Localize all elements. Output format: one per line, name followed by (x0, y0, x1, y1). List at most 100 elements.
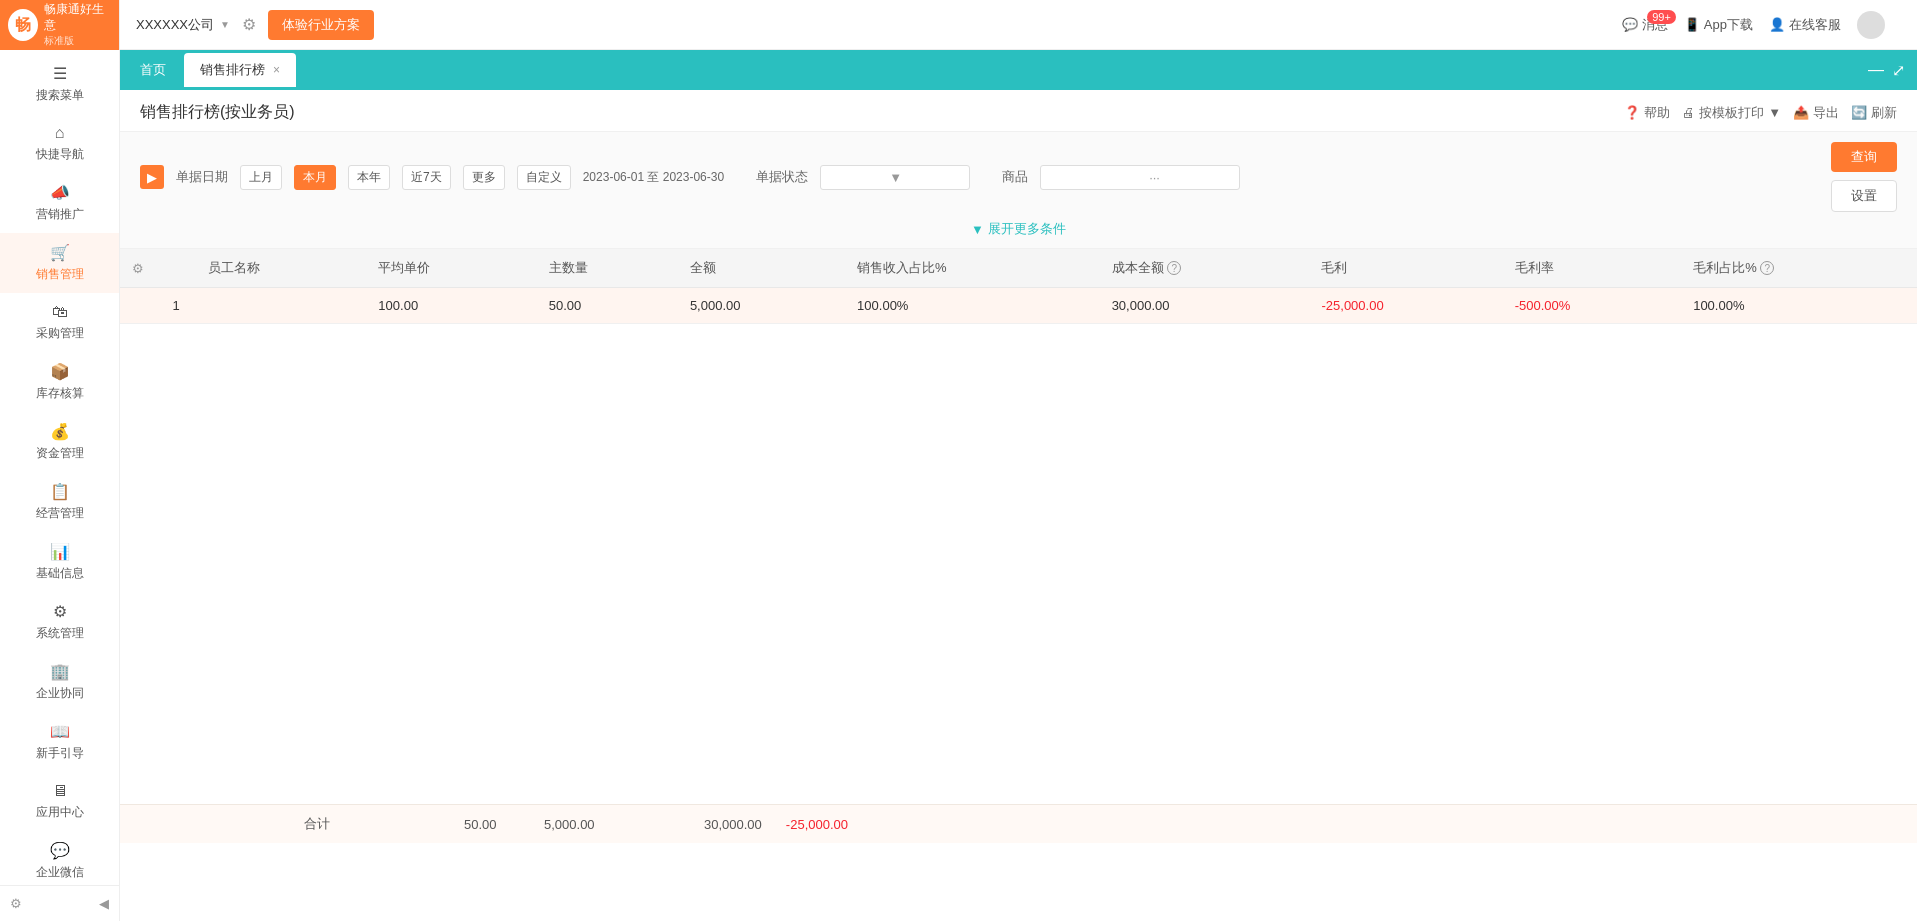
company-selector[interactable]: XXXXXX公司 ▼ (136, 16, 230, 34)
message-badge: 99+ (1647, 10, 1676, 24)
query-button[interactable]: 查询 (1831, 142, 1897, 172)
col-sales-ratio: 销售收入占比% (845, 249, 1100, 288)
setting-button[interactable]: 设置 (1831, 180, 1897, 212)
app-download-button[interactable]: 📱 App下载 (1684, 16, 1753, 34)
sidebar-item-enterprise[interactable]: 🏢 企业协同 (0, 652, 119, 712)
tabbar-expand-icon[interactable]: ⤢ (1892, 61, 1905, 80)
row-settings (120, 288, 156, 324)
sidebar-item-operations[interactable]: 📋 经营管理 (0, 472, 119, 532)
col-gross-rate: 毛利率 (1503, 249, 1682, 288)
service-icon: 👤 (1769, 17, 1785, 32)
export-icon: 📤 (1793, 105, 1809, 120)
table-header-row: ⚙ 员工名称 平均单价 主数量 全额 销售收入占比% 成本全额 ? 毛利 毛利率 (120, 249, 1917, 288)
date-last7-btn[interactable]: 近7天 (402, 165, 451, 190)
filter-toggle-icon[interactable]: ▶ (140, 165, 164, 189)
tabbar-actions: — ⤢ (1868, 61, 1913, 80)
sidebar-item-wechat[interactable]: 💬 企业微信 (0, 831, 119, 885)
row-gross-rate: -500.00% (1503, 288, 1682, 324)
goods-more-icon: ··· (1149, 170, 1160, 185)
system-icon: ⚙ (53, 602, 67, 621)
sidebar-item-inventory[interactable]: 📦 库存核算 (0, 352, 119, 412)
sidebar-item-sales[interactable]: 🛒 销售管理 (0, 233, 119, 293)
sidebar-item-basic[interactable]: 📊 基础信息 (0, 532, 119, 592)
help-button[interactable]: ❓ 帮助 (1624, 104, 1670, 122)
sidebar-item-marketing[interactable]: 📣 营销推广 (0, 173, 119, 233)
col-settings[interactable]: ⚙ (120, 249, 156, 288)
avatar[interactable] (1857, 11, 1885, 39)
tabbar-minimize-icon[interactable]: — (1868, 61, 1884, 80)
gross-ratio-info-icon[interactable]: ? (1760, 261, 1774, 275)
filter-row: ▶ 单据日期 上月 本月 本年 近7天 更多 自定义 2023-06-01 至 … (140, 142, 1897, 212)
print-icon: 🖨 (1682, 105, 1695, 120)
enterprise-icon: 🏢 (50, 662, 70, 681)
footer-gross: -25,000.00 (774, 817, 860, 832)
sidebar-item-apps[interactable]: 🖥 应用中心 (0, 772, 119, 831)
sidebar-item-search[interactable]: ☰ 搜索菜单 (0, 54, 119, 114)
col-quantity: 主数量 (537, 249, 678, 288)
footer-total-name: 合计 (292, 815, 372, 833)
tab-home[interactable]: 首页 (124, 53, 182, 87)
page-actions: ❓ 帮助 🖨 按模板打印 ▼ 📤 导出 🔄 刷新 (1624, 104, 1897, 122)
cost-info-icon[interactable]: ? (1167, 261, 1181, 275)
logo-text: 畅康通好生意 标准版 (44, 2, 111, 47)
company-name: XXXXXX公司 (136, 16, 214, 34)
row-rank: 1 (156, 288, 196, 324)
date-current-year-btn[interactable]: 本年 (348, 165, 390, 190)
table-wrapper: ⚙ 员工名称 平均单价 主数量 全额 销售收入占比% 成本全额 ? 毛利 毛利率 (120, 249, 1917, 324)
tabbar: 首页 销售排行榜 × — ⤢ (120, 50, 1917, 90)
date-last-month-btn[interactable]: 上月 (240, 165, 282, 190)
app-icon: 📱 (1684, 17, 1700, 32)
wechat-icon: 💬 (50, 841, 70, 860)
operations-icon: 📋 (50, 482, 70, 501)
sidebar-item-newbie[interactable]: 📖 新手引导 (0, 712, 119, 772)
sidebar-settings-icon[interactable]: ⚙ (10, 896, 22, 911)
page-area: 销售排行榜(按业务员) ❓ 帮助 🖨 按模板打印 ▼ 📤 导出 🔄 刷新 (120, 90, 1917, 921)
row-sales-ratio: 100.00% (845, 288, 1100, 324)
row-avg-price: 100.00 (366, 288, 536, 324)
row-cost: 30,000.00 (1100, 288, 1310, 324)
table-row: 1 100.00 50.00 5,000.00 100.00% 30,000.0… (120, 288, 1917, 324)
expand-more-button[interactable]: ▼ 展开更多条件 (971, 220, 1066, 238)
search-menu-icon: ☰ (53, 64, 67, 83)
sidebar-item-purchase[interactable]: 🛍 采购管理 (0, 293, 119, 352)
print-chevron-icon: ▼ (1768, 105, 1781, 120)
sidebar-item-system[interactable]: ⚙ 系统管理 (0, 592, 119, 652)
footer-amount: 5,000.00 (532, 817, 612, 832)
inventory-icon: 📦 (50, 362, 70, 381)
company-chevron-icon: ▼ (220, 19, 230, 30)
date-current-month-btn[interactable]: 本月 (294, 165, 336, 190)
sidebar-item-finance[interactable]: 💰 资金管理 (0, 412, 119, 472)
expand-more-row: ▼ 展开更多条件 (140, 220, 1897, 238)
data-table: ⚙ 员工名称 平均单价 主数量 全额 销售收入占比% 成本全额 ? 毛利 毛利率 (120, 249, 1917, 324)
export-button[interactable]: 📤 导出 (1793, 104, 1839, 122)
date-custom-btn[interactable]: 自定义 (517, 165, 571, 190)
topbar: XXXXXX公司 ▼ ⚙ 体验行业方案 💬 消息 99+ 📱 App下载 👤 在… (120, 0, 1917, 50)
tab-sales-ranking[interactable]: 销售排行榜 × (184, 53, 296, 87)
online-service-button[interactable]: 👤 在线客服 (1769, 16, 1841, 34)
help-icon: ❓ (1624, 105, 1640, 120)
goods-input[interactable]: ··· (1040, 165, 1240, 190)
date-more-btn[interactable]: 更多 (463, 165, 505, 190)
footer-quantity: 50.00 (452, 817, 532, 832)
gear-icon[interactable]: ⚙ (242, 15, 256, 34)
status-select[interactable]: ▼ (820, 165, 970, 190)
table-spacer (120, 324, 1917, 804)
row-quantity: 50.00 (537, 288, 678, 324)
refresh-button[interactable]: 🔄 刷新 (1851, 104, 1897, 122)
col-gross: 毛利 (1309, 249, 1502, 288)
col-cost: 成本全额 ? (1100, 249, 1310, 288)
trial-button[interactable]: 体验行业方案 (268, 10, 374, 40)
message-button[interactable]: 💬 消息 99+ (1622, 16, 1668, 34)
sidebar-collapse-icon[interactable]: ◀ (99, 896, 109, 911)
refresh-icon: 🔄 (1851, 105, 1867, 120)
filter-bar: ▶ 单据日期 上月 本月 本年 近7天 更多 自定义 2023-06-01 至 … (120, 132, 1917, 249)
print-button[interactable]: 🖨 按模板打印 ▼ (1682, 104, 1781, 122)
col-rank (156, 249, 196, 288)
sidebar-item-quick-nav[interactable]: ⌂ 快捷导航 (0, 114, 119, 173)
topbar-right: 💬 消息 99+ 📱 App下载 👤 在线客服 (1622, 11, 1901, 39)
tab-close-icon[interactable]: × (273, 63, 280, 77)
status-filter-label: 单据状态 (756, 168, 808, 186)
newbie-icon: 📖 (50, 722, 70, 741)
sidebar: 畅 畅康通好生意 标准版 ☰ 搜索菜单 ⌂ 快捷导航 📣 营销推广 🛒 销售管理… (0, 0, 120, 921)
row-gross-ratio: 100.00% (1681, 288, 1917, 324)
